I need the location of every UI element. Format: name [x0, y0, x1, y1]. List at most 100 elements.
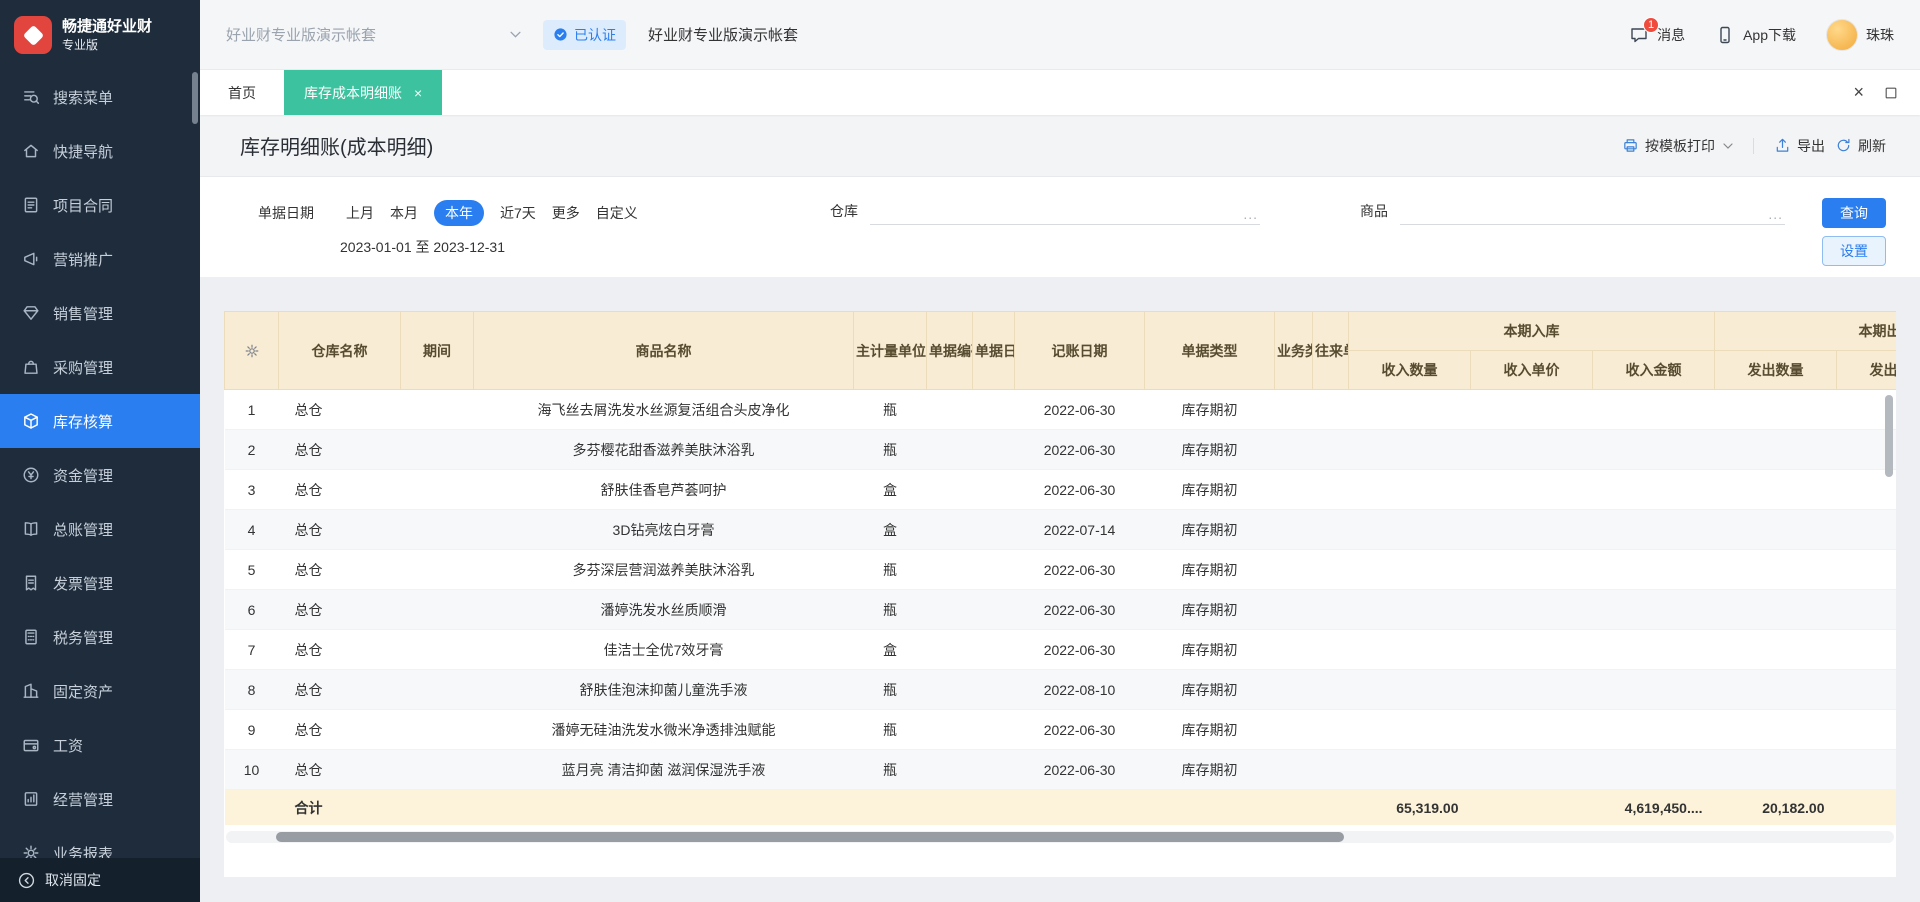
col-header-period[interactable]: 期间 — [400, 311, 474, 390]
cell-counterparty — [1312, 749, 1349, 790]
sidebar-item-inventory[interactable]: 库存核算 — [0, 394, 200, 448]
table-row[interactable]: 6 总仓 潘婷洗发水丝质顺滑瓶 2022-06-30 库存期初 — [224, 589, 1896, 630]
cell-period — [400, 549, 474, 590]
sidebar-item-label: 经营管理 — [53, 791, 114, 809]
cell-doc-date — [972, 669, 1015, 710]
cell-doc-code — [926, 549, 973, 590]
sidebar-item-quick-nav[interactable]: 快捷导航 — [0, 124, 200, 178]
query-button[interactable]: 查询 — [1822, 198, 1886, 228]
col-header-biz-type[interactable]: 业务类型 — [1274, 311, 1313, 390]
user-avatar — [1826, 18, 1858, 51]
unpin-sidebar-button[interactable]: 取消固定 — [0, 858, 200, 902]
sidebar-item-label: 税务管理 — [53, 629, 114, 647]
settings-gear-icon[interactable] — [244, 343, 260, 359]
table-row[interactable]: 2 总仓 多芬樱花甜香滋养美肤沐浴乳瓶 2022-06-30 库存期初 — [224, 429, 1896, 470]
cell-biz-type — [1274, 509, 1313, 550]
tab-inventory-cost-ledger[interactable]: 库存成本明细账 × — [284, 70, 443, 115]
table-row[interactable]: 5 总仓 多芬深层营润滋养美肤沐浴乳瓶 2022-06-30 库存期初 — [224, 549, 1896, 590]
export-icon — [1774, 137, 1791, 154]
sidebar-item-invoice[interactable]: 发票管理 — [0, 556, 200, 610]
settings-button[interactable]: 设置 — [1822, 236, 1886, 266]
table-header: 仓库名称 期间 商品名称 主计量单位 单据编码 单据日期 记账日期 单据类型 业… — [224, 311, 1896, 390]
tab-close-icon[interactable]: × — [414, 85, 422, 101]
horizontal-scrollbar-thumb[interactable] — [276, 832, 1344, 842]
tab-home[interactable]: 首页 — [200, 70, 284, 115]
cell-biz-type — [1274, 429, 1313, 470]
col-header-doc-date[interactable]: 单据日期 — [972, 311, 1015, 390]
cell-num: 10 — [224, 749, 279, 790]
cell-in-price — [1470, 629, 1593, 670]
sidebar-scrollbar-thumb[interactable] — [192, 72, 198, 124]
col-header-post-date[interactable]: 记账日期 — [1014, 311, 1145, 390]
quick-last-7-days[interactable]: 近7天 — [500, 203, 536, 223]
col-header-counterparty[interactable]: 往来单位 — [1312, 311, 1349, 390]
col-header-out-price[interactable]: 发出单价 — [1836, 350, 1896, 390]
sidebar-item-search-menu[interactable]: 搜索菜单 — [0, 70, 200, 124]
col-header-unit[interactable]: 主计量单位 — [853, 311, 927, 390]
cell-warehouse: 总仓 — [278, 549, 401, 590]
total-label: 合计 — [278, 789, 401, 825]
sidebar-item-project-contract[interactable]: 项目合同 — [0, 178, 200, 232]
quick-more[interactable]: 更多 — [552, 203, 580, 223]
sidebar-item-operation[interactable]: 经营管理 — [0, 772, 200, 826]
col-header-out-qty[interactable]: 发出数量 — [1714, 350, 1838, 390]
export-button[interactable]: 导出 — [1774, 136, 1825, 156]
cell-in-qty — [1348, 669, 1471, 710]
close-tabs-icon[interactable]: × — [1853, 82, 1864, 103]
cell-warehouse: 总仓 — [278, 709, 401, 750]
sidebar-item-sales[interactable]: 销售管理 — [0, 286, 200, 340]
app-download-button[interactable]: App下载 — [1715, 25, 1796, 45]
cell-counterparty — [1312, 669, 1349, 710]
expand-icon[interactable] — [1884, 86, 1898, 100]
col-header-in-qty[interactable]: 收入数量 — [1348, 350, 1471, 390]
print-by-template-button[interactable]: 按模板打印 — [1622, 136, 1733, 156]
quick-custom[interactable]: 自定义 — [596, 203, 638, 223]
cell-out-price — [1836, 549, 1896, 590]
cell-post-date: 2022-06-30 — [1014, 709, 1145, 750]
table-vertical-scrollbar[interactable] — [1885, 395, 1893, 477]
account-set-dropdown[interactable]: 好业财专业版演示帐套 — [226, 24, 521, 45]
warehouse-picker-icon[interactable]: ... — [1243, 206, 1258, 222]
cell-period — [400, 709, 474, 750]
table-row[interactable]: 8 总仓 舒肤佳泡沫抑菌儿童洗手液瓶 2022-08-10 库存期初 — [224, 669, 1896, 710]
cell-warehouse: 总仓 — [278, 629, 401, 670]
col-header-warehouse[interactable]: 仓库名称 — [278, 311, 401, 390]
cell-out-qty — [1714, 469, 1837, 510]
col-header-in-amount[interactable]: 收入金额 — [1591, 350, 1716, 390]
cell-unit: 瓶 — [853, 589, 927, 630]
warehouse-input[interactable]: ... — [870, 199, 1260, 225]
col-header-doc-code[interactable]: 单据编码 — [926, 311, 973, 390]
refresh-button[interactable]: 刷新 — [1835, 136, 1886, 156]
cell-doc-code — [926, 709, 973, 750]
messages-button[interactable]: 1 消息 — [1629, 16, 1685, 45]
product-picker-icon[interactable]: ... — [1768, 206, 1783, 222]
sidebar-item-business[interactable]: 业务报表 — [0, 826, 200, 858]
sidebar-item-tax[interactable]: 税务管理 — [0, 610, 200, 664]
table-row[interactable]: 4 总仓 3D钻亮炫白牙膏盒 2022-07-14 库存期初 — [224, 509, 1896, 550]
quick-last-month[interactable]: 上月 — [346, 203, 374, 223]
sidebar-item-funds[interactable]: 资金管理 — [0, 448, 200, 502]
warehouse-field: 仓库 ... — [830, 199, 1260, 225]
product-input[interactable]: ... — [1400, 199, 1785, 225]
sidebar-item-purchase[interactable]: 采购管理 — [0, 340, 200, 394]
table-row[interactable]: 9 总仓 潘婷无硅油洗发水微米净透排浊赋能瓶 2022-06-30 库存期初 — [224, 709, 1896, 750]
cell-unit: 瓶 — [853, 669, 927, 710]
col-header-in-price[interactable]: 收入单价 — [1470, 350, 1593, 390]
sidebar-item-payroll[interactable]: 工资 — [0, 718, 200, 772]
col-header-doc-type[interactable]: 单据类型 — [1144, 311, 1275, 390]
filterbar: 单据日期 上月 本月 本年 近7天 更多 自定义 2023-01-01 至 20… — [200, 177, 1920, 277]
sidebar-item-assets[interactable]: 固定资产 — [0, 664, 200, 718]
quick-this-month[interactable]: 本月 — [390, 203, 418, 223]
quick-this-year-active[interactable]: 本年 — [434, 200, 484, 226]
cell-num: 1 — [224, 389, 279, 430]
sidebar-item-marketing[interactable]: 营销推广 — [0, 232, 200, 286]
user-menu[interactable]: 珠珠 — [1826, 18, 1894, 51]
col-header-product[interactable]: 商品名称 — [473, 311, 854, 390]
sidebar-item-ledger[interactable]: 总账管理 — [0, 502, 200, 556]
table-row[interactable]: 7 总仓 佳洁士全优7效牙膏盒 2022-06-30 库存期初 — [224, 629, 1896, 670]
table-horizontal-scrollbar[interactable] — [226, 831, 1894, 843]
table-row[interactable]: 10 总仓 蓝月亮 清洁抑菌 滋润保湿洗手液瓶 2022-06-30 库存期初 — [224, 749, 1896, 790]
table-row[interactable]: 1 总仓 海飞丝去屑洗发水丝源复活组合头皮净化瓶 2022-06-30 库存期初 — [224, 389, 1896, 430]
table-row[interactable]: 3 总仓 舒肤佳香皂芦荟呵护盒 2022-06-30 库存期初 — [224, 469, 1896, 510]
cell-doc-code — [926, 389, 973, 430]
